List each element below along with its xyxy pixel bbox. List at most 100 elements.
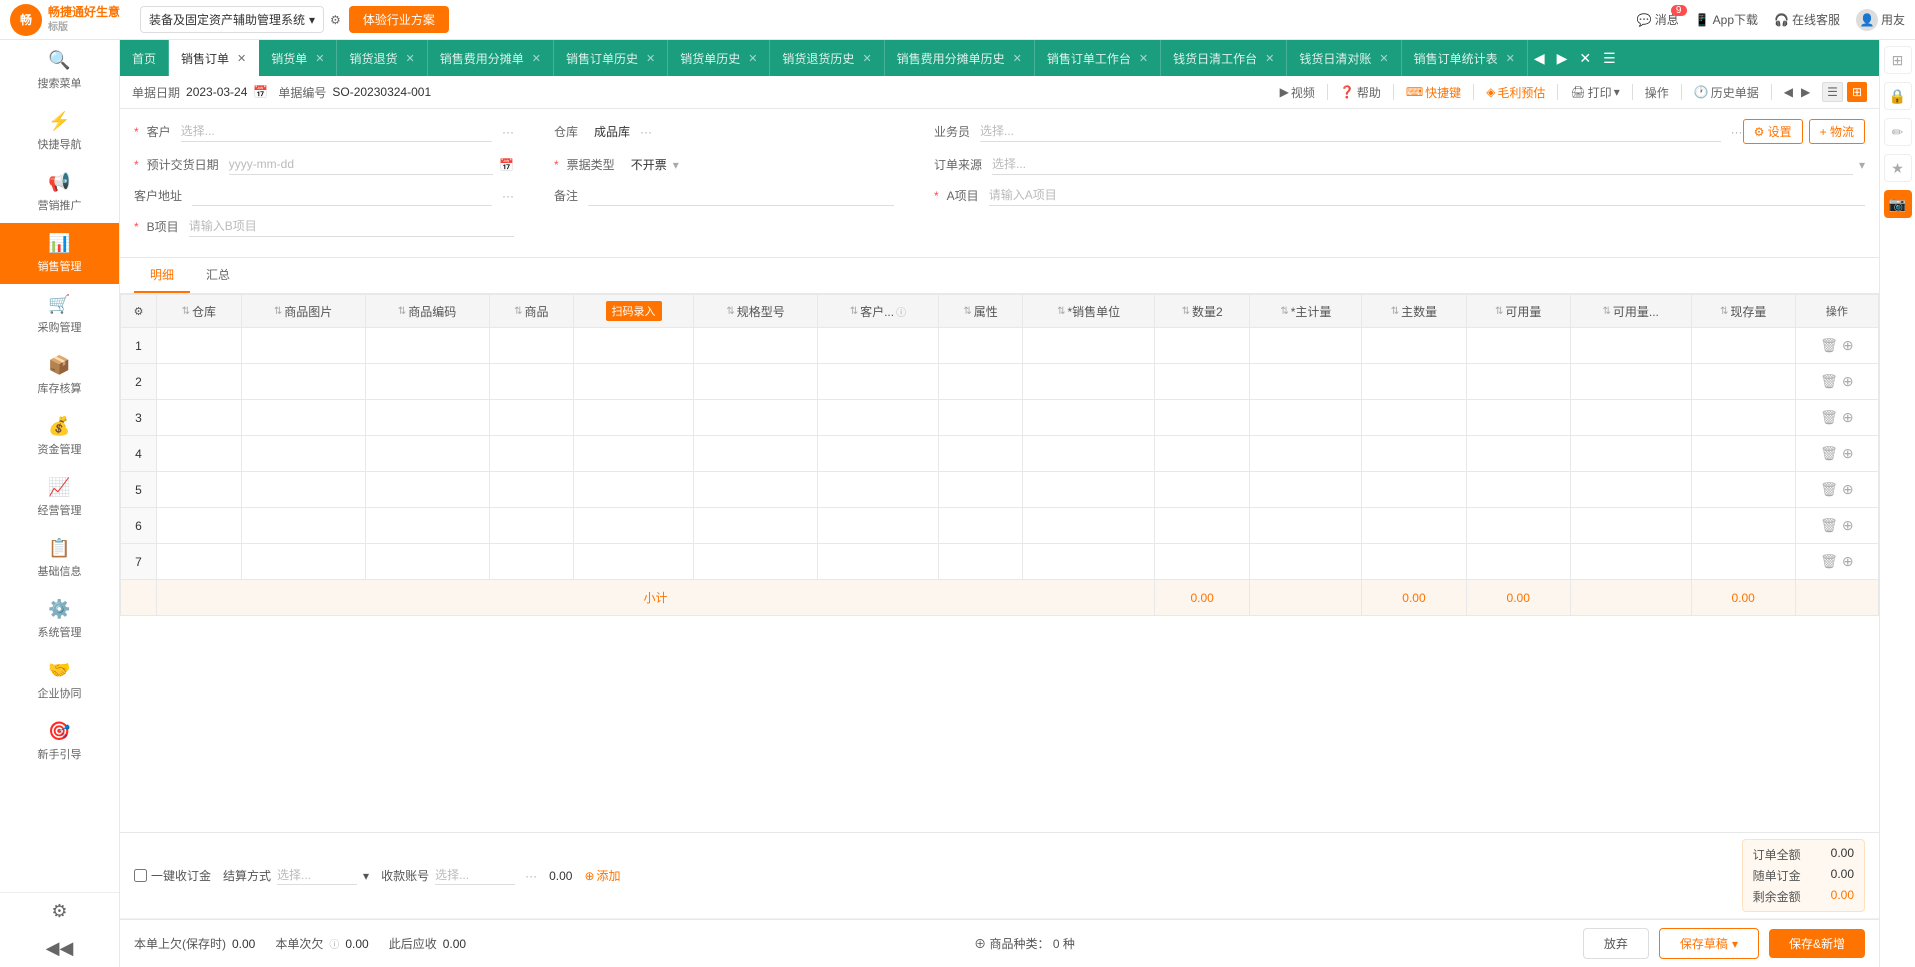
settlement-input[interactable] [277, 866, 357, 885]
sidebar-item-guide[interactable]: 🎯 新手引导 [0, 711, 119, 772]
a-project-input[interactable] [989, 185, 1865, 206]
th-available[interactable]: ⇅可用量 [1466, 295, 1570, 328]
scan-btn[interactable]: 扫码录入 [606, 301, 662, 321]
tab-sales-fee[interactable]: 销售费用分摊单 ✕ [428, 40, 554, 76]
tab-next-btn[interactable]: ▶ [1551, 50, 1574, 67]
row-delete-btn[interactable]: 🗑 [1820, 337, 1838, 354]
sidebar-item-basic[interactable]: 📋 基础信息 [0, 528, 119, 589]
b-project-input[interactable] [189, 216, 514, 237]
tab-home[interactable]: 首页 [120, 40, 169, 76]
save-draft-dropdown-icon[interactable]: ▾ [1732, 937, 1738, 951]
row-copy-btn[interactable]: ⊕ [1842, 517, 1854, 534]
staff-input[interactable] [980, 121, 1721, 142]
th-image[interactable]: ⇅商品图片 [241, 295, 365, 328]
address-dots-btn[interactable]: ··· [502, 189, 514, 203]
user-item[interactable]: 👤 用友 [1856, 9, 1905, 31]
operation-link[interactable]: 操作 [1645, 84, 1669, 101]
row-delete-btn[interactable]: 🗑 [1820, 373, 1838, 390]
row-copy-btn[interactable]: ⊕ [1842, 409, 1854, 426]
calendar-icon[interactable]: 📅 [253, 85, 268, 99]
owe-info-icon[interactable]: ⓘ [329, 936, 339, 951]
th-unit[interactable]: ⇅*销售单位 [1023, 295, 1155, 328]
sidebar-item-search[interactable]: 🔍 搜索菜单 [0, 40, 119, 101]
warehouse-dots-btn[interactable]: ··· [640, 125, 652, 139]
profit-link[interactable]: ◈ 毛利预估 [1486, 84, 1545, 101]
th-main-qty[interactable]: ⇅主数量 [1362, 295, 1466, 328]
tab-stats[interactable]: 销售订单统计表 ✕ [1402, 40, 1528, 76]
rs-camera-btn[interactable]: 📷 [1884, 190, 1912, 218]
grid-view-btn[interactable]: ⊞ [1847, 82, 1867, 102]
message-icon-item[interactable]: 💬 消息 9 [1637, 11, 1679, 28]
settlement-dropdown[interactable]: ▾ [363, 869, 369, 883]
tab-close-icon[interactable]: ✕ [1013, 52, 1022, 65]
sidebar-settings-btn[interactable]: ⚙ [0, 893, 119, 930]
tab-daily-workbench[interactable]: 钱货日清工作台 ✕ [1161, 40, 1287, 76]
th-spec[interactable]: ⇅规格型号 [694, 295, 818, 328]
tab-invoice-history[interactable]: 销货单历史 ✕ [668, 40, 770, 76]
sidebar-item-nav[interactable]: ⚡ 快捷导航 [0, 101, 119, 162]
settings-btn[interactable]: ⚙ 设置 [1743, 119, 1803, 144]
product-count-icon[interactable]: ⊕ [974, 937, 986, 951]
tab-sales-return[interactable]: 销货退货 ✕ [337, 40, 427, 76]
row-copy-btn[interactable]: ⊕ [1842, 337, 1854, 354]
help-link[interactable]: ❓ 帮助 [1340, 84, 1381, 101]
customer-dots-btn[interactable]: ··· [502, 125, 514, 139]
row-delete-btn[interactable]: 🗑 [1820, 409, 1838, 426]
print-link[interactable]: 🖨 打印 ▾ [1570, 84, 1619, 101]
tab-sales-invoice[interactable]: 销货单 ✕ [259, 40, 337, 76]
list-view-btn[interactable]: ☰ [1822, 82, 1843, 102]
rs-star-btn[interactable]: ★ [1884, 154, 1912, 182]
th-stock[interactable]: ⇅现存量 [1691, 295, 1795, 328]
row-copy-btn[interactable]: ⊕ [1842, 553, 1854, 570]
th-warehouse[interactable]: ⇅仓库 [157, 295, 242, 328]
app-selector[interactable]: 装备及固定资产辅助管理系统 ▾ [140, 6, 324, 33]
sidebar-collapse-btn[interactable]: ◀◀ [0, 930, 119, 967]
tab-fee-history[interactable]: 销售费用分摊单历史 ✕ [885, 40, 1035, 76]
history-link[interactable]: 🕐 历史单据 [1694, 84, 1759, 101]
sidebar-item-marketing[interactable]: 📢 营销推广 [0, 162, 119, 223]
shortcut-link[interactable]: ⌨ 快捷键 [1406, 84, 1461, 101]
sidebar-item-collab[interactable]: 🤝 企业协同 [0, 650, 119, 711]
sidebar-item-inventory[interactable]: 📦 库存核算 [0, 345, 119, 406]
tab-close-icon[interactable]: ✕ [315, 52, 324, 65]
tab-summary[interactable]: 汇总 [190, 258, 246, 293]
sidebar-item-system[interactable]: ⚙️ 系统管理 [0, 589, 119, 650]
material-btn[interactable]: + 物流 [1809, 119, 1865, 144]
customer-input[interactable] [181, 121, 492, 142]
th-available2[interactable]: ⇅可用量... [1570, 295, 1691, 328]
tab-close-icon[interactable]: ✕ [406, 52, 415, 65]
tab-prev-btn[interactable]: ◀ [1528, 50, 1551, 67]
print-dropdown-icon[interactable]: ▾ [1614, 85, 1620, 99]
one-click-checkbox[interactable] [134, 869, 147, 882]
staff-dots-btn[interactable]: ··· [1731, 125, 1743, 139]
row-delete-btn[interactable]: 🗑 [1820, 481, 1838, 498]
tab-close-all-btn[interactable]: ✕ [1573, 50, 1597, 67]
save-new-button[interactable]: 保存&新增 [1769, 929, 1865, 958]
row-delete-btn[interactable]: 🗑 [1820, 445, 1838, 462]
save-draft-button[interactable]: 保存草稿 ▾ [1659, 928, 1759, 959]
note-input[interactable] [588, 185, 894, 206]
delivery-calendar-icon[interactable]: 📅 [499, 158, 514, 172]
th-settings[interactable]: ⚙ [121, 295, 157, 328]
th-main-unit[interactable]: ⇅*主计量 [1250, 295, 1362, 328]
th-qty2[interactable]: ⇅数量2 [1154, 295, 1250, 328]
sidebar-item-sales[interactable]: 📊 销售管理 [0, 223, 119, 284]
sidebar-item-finance[interactable]: 💰 资金管理 [0, 406, 119, 467]
tab-close-icon[interactable]: ✕ [748, 52, 757, 65]
invoice-dropdown-icon[interactable]: ▾ [673, 158, 679, 172]
solution-button[interactable]: 体验行业方案 [349, 6, 449, 33]
source-dropdown-icon[interactable]: ▾ [1859, 158, 1865, 172]
row-copy-btn[interactable]: ⊕ [1842, 481, 1854, 498]
tab-return-history[interactable]: 销货退货历史 ✕ [770, 40, 884, 76]
tab-close-icon[interactable]: ✕ [1139, 52, 1148, 65]
tab-daily-account[interactable]: 钱货日清对账 ✕ [1287, 40, 1401, 76]
tab-close-icon[interactable]: ✕ [1379, 52, 1388, 65]
row-delete-btn[interactable]: 🗑 [1820, 517, 1838, 534]
tab-order-workbench[interactable]: 销售订单工作台 ✕ [1035, 40, 1161, 76]
gear-icon[interactable]: ⚙ [330, 13, 341, 27]
row-copy-btn[interactable]: ⊕ [1842, 445, 1854, 462]
app-download-item[interactable]: 📱 App下载 [1695, 11, 1758, 28]
discard-button[interactable]: 放弃 [1583, 928, 1649, 959]
tab-close-icon[interactable]: ✕ [532, 52, 541, 65]
account-dots-btn[interactable]: ··· [525, 869, 537, 883]
